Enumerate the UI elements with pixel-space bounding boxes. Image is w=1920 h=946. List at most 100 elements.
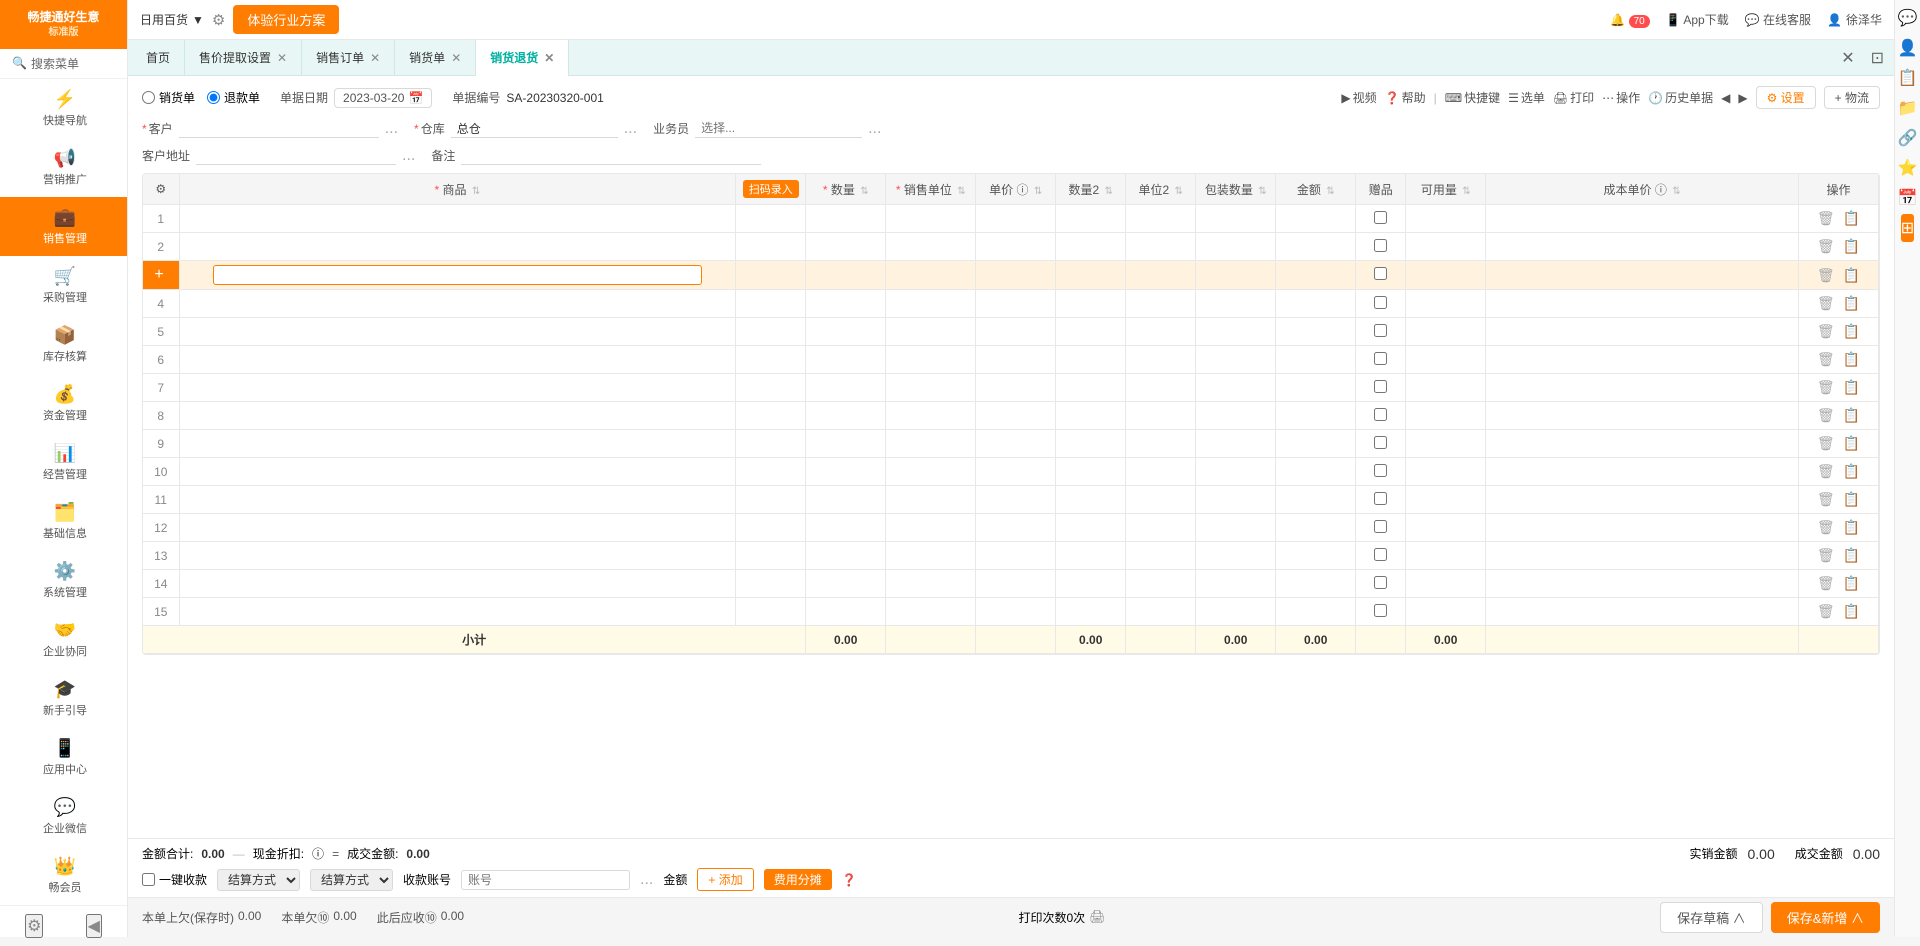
warehouse-select-btn[interactable]: ...: [624, 120, 637, 138]
sidebar-item-finance[interactable]: 💰 资金管理: [0, 374, 127, 433]
copy-row-btn[interactable]: 📋: [1841, 407, 1862, 424]
copy-row-btn[interactable]: 📋: [1841, 491, 1862, 508]
gift-cell[interactable]: [1356, 458, 1406, 486]
delete-row-btn[interactable]: 🗑: [1815, 575, 1837, 592]
table-cell[interactable]: [1196, 402, 1276, 430]
copy-row-btn[interactable]: 📋: [1841, 295, 1862, 312]
delete-row-btn[interactable]: 🗑: [1815, 351, 1837, 368]
table-cell[interactable]: [976, 430, 1056, 458]
table-cell[interactable]: [1056, 486, 1126, 514]
delete-row-btn[interactable]: 🗑: [1815, 210, 1837, 227]
table-cell[interactable]: [976, 542, 1056, 570]
account-input[interactable]: [461, 870, 630, 890]
table-cell[interactable]: [1276, 261, 1356, 290]
video-btn[interactable]: ▶ 视频: [1341, 89, 1376, 106]
address-input[interactable]: [196, 146, 396, 165]
sidebar-item-wechat[interactable]: 💬 企业微信: [0, 787, 127, 846]
table-cell[interactable]: [976, 402, 1056, 430]
goods-cell[interactable]: [179, 205, 736, 233]
sidebar-collapse-btn[interactable]: ◀: [86, 914, 102, 938]
table-cell[interactable]: [886, 290, 976, 318]
table-cell[interactable]: [886, 570, 976, 598]
radio-sales-delivery[interactable]: 销货单: [142, 89, 195, 106]
goods-cell[interactable]: [179, 233, 736, 261]
sidebar-settings-btn[interactable]: ⚙: [25, 914, 43, 938]
right-user-btn[interactable]: 👤: [1898, 34, 1918, 62]
table-cell[interactable]: [976, 570, 1056, 598]
delete-row-btn[interactable]: 🗑: [1815, 407, 1837, 424]
table-cell[interactable]: [1126, 233, 1196, 261]
customer-select-btn[interactable]: ...: [385, 120, 398, 138]
table-cell[interactable]: [806, 402, 886, 430]
table-cell[interactable]: [1276, 346, 1356, 374]
tab-close-sales-return[interactable]: ✕: [544, 51, 554, 65]
gear-icon[interactable]: ⚙: [155, 182, 166, 196]
table-cell[interactable]: [806, 514, 886, 542]
wuliu-btn[interactable]: + 物流: [1824, 86, 1880, 109]
gift-checkbox[interactable]: [1374, 576, 1387, 589]
table-cell[interactable]: [1056, 598, 1126, 626]
table-cell[interactable]: [736, 233, 806, 261]
sidebar-item-shortcut[interactable]: ⚡ 快捷导航: [0, 79, 127, 138]
col-unit2-sort[interactable]: ⇅: [1175, 186, 1183, 197]
table-cell[interactable]: [1126, 514, 1196, 542]
notification-btn[interactable]: 🔔 70: [1610, 13, 1649, 27]
add-payment-btn[interactable]: + 添加: [697, 868, 753, 891]
goods-cell[interactable]: [179, 318, 736, 346]
gift-cell[interactable]: [1356, 346, 1406, 374]
topbar-gear-icon[interactable]: ⚙: [212, 11, 225, 29]
table-cell[interactable]: [736, 598, 806, 626]
gift-checkbox[interactable]: [1374, 352, 1387, 365]
table-cell[interactable]: [806, 318, 886, 346]
col-available-sort[interactable]: ⇅: [1462, 186, 1470, 197]
gift-cell[interactable]: [1356, 598, 1406, 626]
table-cell[interactable]: [976, 598, 1056, 626]
table-cell[interactable]: [806, 458, 886, 486]
goods-input[interactable]: [213, 265, 702, 285]
select-btn[interactable]: ☰ 选单: [1508, 89, 1545, 106]
table-cell[interactable]: [976, 486, 1056, 514]
gift-checkbox[interactable]: [1374, 604, 1387, 617]
gift-cell[interactable]: [1356, 430, 1406, 458]
table-cell[interactable]: [1276, 290, 1356, 318]
col-price-sort[interactable]: ⇅: [1034, 186, 1042, 197]
prev-doc-btn[interactable]: ◀: [1721, 91, 1730, 105]
staff-select-btn[interactable]: ...: [868, 120, 881, 138]
col-qty2-sort[interactable]: ⇅: [1105, 186, 1113, 197]
goods-cell[interactable]: [179, 430, 736, 458]
table-cell[interactable]: [806, 570, 886, 598]
staff-input[interactable]: [695, 119, 862, 138]
table-cell[interactable]: [1276, 542, 1356, 570]
right-star-btn[interactable]: ⭐: [1898, 154, 1918, 182]
table-cell[interactable]: [806, 346, 886, 374]
tab-sales-delivery[interactable]: 销货单 ✕: [395, 40, 476, 76]
table-cell[interactable]: [806, 598, 886, 626]
settlement-select[interactable]: 结算方式: [217, 869, 300, 891]
sidebar-item-basic[interactable]: 🗂️ 基础信息: [0, 492, 127, 551]
col-quantity-sort[interactable]: ⇅: [860, 186, 868, 197]
table-cell[interactable]: [1126, 542, 1196, 570]
warehouse-input[interactable]: [451, 119, 618, 138]
copy-row-btn[interactable]: 📋: [1841, 575, 1862, 592]
table-cell[interactable]: [1196, 430, 1276, 458]
gift-checkbox[interactable]: [1374, 267, 1387, 280]
tab-sales-return[interactable]: 销货退货 ✕: [476, 40, 569, 76]
gift-cell[interactable]: [1356, 290, 1406, 318]
table-cell[interactable]: [736, 402, 806, 430]
table-cell[interactable]: [976, 514, 1056, 542]
table-cell[interactable]: [806, 261, 886, 290]
settings-btn[interactable]: ⚙ 设置: [1756, 86, 1816, 109]
table-cell[interactable]: [736, 318, 806, 346]
table-cell[interactable]: [1126, 402, 1196, 430]
table-cell[interactable]: [1276, 570, 1356, 598]
table-cell[interactable]: [1196, 233, 1276, 261]
address-select-btn[interactable]: ...: [402, 147, 415, 165]
copy-row-btn[interactable]: 📋: [1841, 603, 1862, 620]
table-cell[interactable]: [1276, 486, 1356, 514]
table-cell[interactable]: [976, 346, 1056, 374]
gift-checkbox[interactable]: [1374, 464, 1387, 477]
tab-home[interactable]: 首页: [132, 40, 185, 76]
module-select[interactable]: 日用百货 ▼: [140, 11, 204, 28]
remark-input[interactable]: [461, 146, 761, 165]
quick-pay-checkbox[interactable]: 一键收款: [142, 871, 207, 888]
